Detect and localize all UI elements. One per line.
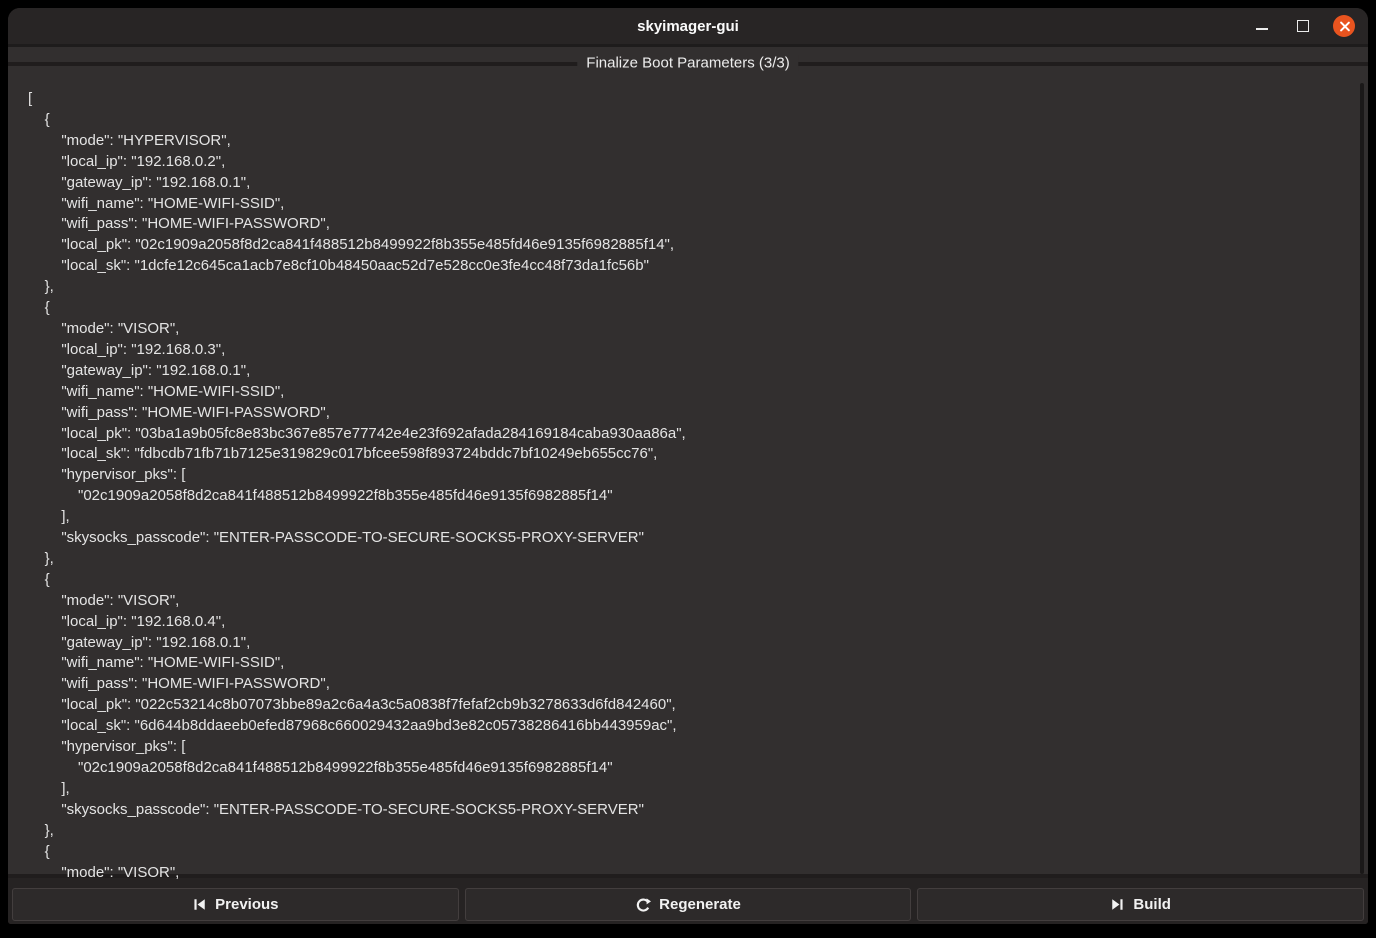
close-icon: [1339, 21, 1350, 32]
app-window: skyimager-gui Finalize Boot Parameters (…: [8, 8, 1368, 924]
minimize-button[interactable]: [1251, 15, 1273, 37]
window-title: skyimager-gui: [637, 17, 739, 35]
maximize-button[interactable]: [1292, 15, 1314, 37]
page-title: Finalize Boot Parameters (3/3): [577, 54, 799, 72]
button-row: Previous Regenerate Build: [12, 888, 1365, 921]
step-header: Finalize Boot Parameters (3/3): [8, 47, 1368, 79]
previous-button[interactable]: Previous: [12, 888, 459, 921]
refresh-icon: [636, 897, 652, 912]
minimize-icon: [1256, 28, 1268, 30]
window-controls: [1251, 8, 1355, 44]
json-editor[interactable]: [ { "mode": "HYPERVISOR", "local_ip": "1…: [28, 89, 1356, 886]
scrollbar[interactable]: [1360, 83, 1364, 874]
maximize-icon: [1297, 20, 1309, 32]
close-button[interactable]: [1333, 15, 1355, 37]
regenerate-button[interactable]: Regenerate: [464, 888, 912, 921]
skip-back-icon: [194, 899, 205, 910]
build-button-label: Build: [1133, 896, 1171, 913]
previous-button-label: Previous: [215, 896, 279, 913]
titlebar: skyimager-gui: [8, 8, 1368, 44]
json-editor-content[interactable]: [ { "mode": "HYPERVISOR", "local_ip": "1…: [28, 89, 1356, 883]
skip-forward-icon: [1112, 899, 1123, 910]
regenerate-button-label: Regenerate: [659, 896, 741, 913]
build-button[interactable]: Build: [917, 888, 1365, 921]
